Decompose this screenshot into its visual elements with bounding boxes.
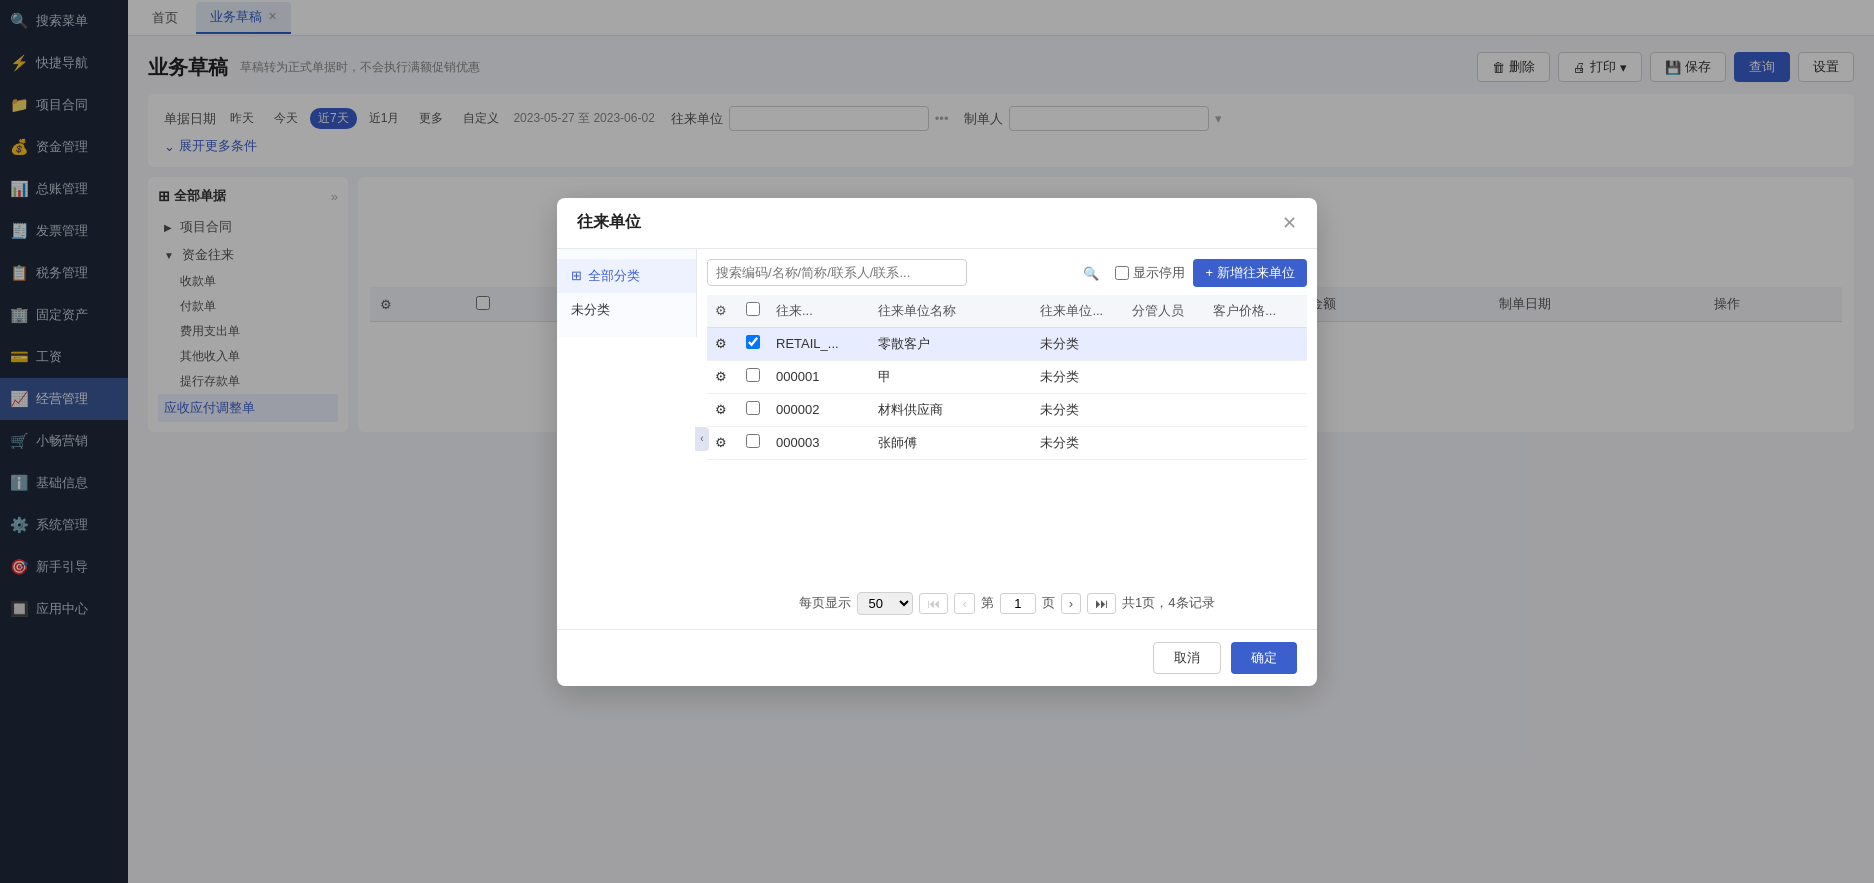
- page-label2: 页: [1042, 594, 1055, 612]
- table-row[interactable]: ⚙ RETAIL_... 零散客户 未分类: [707, 327, 1307, 360]
- modal-col-category: 往来单位...: [1032, 295, 1124, 328]
- row-code: 000001: [768, 360, 870, 393]
- add-partner-label: 新增往来单位: [1217, 264, 1295, 282]
- table-row[interactable]: ⚙ 000003 张師傅 未分类: [707, 426, 1307, 459]
- modal-overlay: 往来单位 ✕ ⊞ 全部分类 未分类 ‹: [0, 0, 1874, 883]
- row-check[interactable]: [738, 360, 769, 393]
- modal-col-code: 往来...: [768, 295, 870, 328]
- row-assign: [1124, 393, 1205, 426]
- next-page-btn[interactable]: ›: [1061, 593, 1081, 614]
- modal-sidebar-unclassified[interactable]: 未分类: [557, 293, 696, 327]
- row-check[interactable]: [738, 393, 769, 426]
- modal-title: 往来单位: [577, 212, 641, 233]
- modal-sidebar-all-label: 全部分类: [588, 267, 640, 285]
- table-row[interactable]: ⚙ 000002 材料供应商 未分类: [707, 393, 1307, 426]
- row-category: 未分类: [1032, 327, 1124, 360]
- last-page-btn[interactable]: ⏭: [1087, 593, 1116, 614]
- page-number-input[interactable]: [1000, 593, 1036, 614]
- page-size-select[interactable]: 10 20 50 100: [857, 592, 913, 615]
- row-code: RETAIL_...: [768, 327, 870, 360]
- grid-all-icon: ⊞: [571, 268, 582, 283]
- table-row[interactable]: ⚙ 000001 甲 未分类: [707, 360, 1307, 393]
- modal-body: ⊞ 全部分类 未分类 ‹ 🔍: [557, 249, 1317, 629]
- confirm-button[interactable]: 确定: [1231, 642, 1297, 674]
- add-icon: +: [1205, 265, 1213, 280]
- row-check[interactable]: [738, 327, 769, 360]
- modal-col-price: 客户价格...: [1205, 295, 1307, 328]
- modal-toolbar: 🔍 显示停用 + 新增往来单位: [707, 259, 1307, 287]
- page-label: 第: [981, 594, 994, 612]
- row-category: 未分类: [1032, 360, 1124, 393]
- show-disabled-wrap: 显示停用: [1115, 264, 1185, 282]
- modal-table-wrap: ⚙ 往来... 往来单位名称 往来单位... 分管人员 客户价格... ⚙: [707, 295, 1307, 582]
- search-icon[interactable]: 🔍: [1083, 265, 1099, 280]
- row-code: 000003: [768, 426, 870, 459]
- modal-table-body: ⚙ RETAIL_... 零散客户 未分类 ⚙ 000001 甲 未分类 ⚙ 0…: [707, 327, 1307, 459]
- row-price: [1205, 393, 1307, 426]
- first-page-btn[interactable]: ⏮: [919, 593, 948, 614]
- partner-search-input[interactable]: [707, 259, 967, 286]
- modal-sidebar: ⊞ 全部分类 未分类: [557, 249, 697, 337]
- modal-col-check: [738, 295, 769, 328]
- row-price: [1205, 426, 1307, 459]
- show-disabled-label: 显示停用: [1133, 264, 1185, 282]
- row-category: 未分类: [1032, 393, 1124, 426]
- modal-close-btn[interactable]: ✕: [1282, 212, 1297, 234]
- row-gear: ⚙: [707, 360, 738, 393]
- row-name: 张師傅: [870, 426, 1033, 459]
- row-gear: ⚙: [707, 393, 738, 426]
- cancel-button[interactable]: 取消: [1153, 642, 1221, 674]
- row-assign: [1124, 426, 1205, 459]
- modal-sidebar-unclassified-label: 未分类: [571, 301, 610, 319]
- collapse-sidebar-btn[interactable]: ‹: [695, 427, 709, 451]
- row-assign: [1124, 360, 1205, 393]
- modal-partner-table: ⚙ 往来... 往来单位名称 往来单位... 分管人员 客户价格... ⚙: [707, 295, 1307, 460]
- modal-col-name: 往来单位名称: [870, 295, 1033, 328]
- modal-table-header: ⚙ 往来... 往来单位名称 往来单位... 分管人员 客户价格...: [707, 295, 1307, 328]
- modal-col-assign: 分管人员: [1124, 295, 1205, 328]
- row-gear: ⚙: [707, 426, 738, 459]
- row-check[interactable]: [738, 426, 769, 459]
- row-price: [1205, 360, 1307, 393]
- row-assign: [1124, 327, 1205, 360]
- search-input-wrap: 🔍: [707, 259, 1107, 286]
- prev-page-btn[interactable]: ‹: [954, 593, 974, 614]
- row-name: 甲: [870, 360, 1033, 393]
- row-name: 零散客户: [870, 327, 1033, 360]
- modal-select-all[interactable]: [746, 302, 760, 316]
- add-partner-button[interactable]: + 新增往来单位: [1193, 259, 1307, 287]
- total-info: 共1页，4条记录: [1122, 594, 1214, 612]
- show-disabled-checkbox[interactable]: [1115, 266, 1129, 280]
- modal-col-gear: ⚙: [707, 295, 738, 328]
- modal-header: 往来单位 ✕: [557, 198, 1317, 249]
- row-code: 000002: [768, 393, 870, 426]
- row-name: 材料供应商: [870, 393, 1033, 426]
- modal-sidebar-wrap: ⊞ 全部分类 未分类 ‹: [557, 249, 697, 629]
- modal-sidebar-all[interactable]: ⊞ 全部分类: [557, 259, 696, 293]
- row-gear: ⚙: [707, 327, 738, 360]
- page-size-label: 每页显示: [799, 594, 851, 612]
- modal-footer: 取消 确定: [557, 629, 1317, 686]
- partner-modal: 往来单位 ✕ ⊞ 全部分类 未分类 ‹: [557, 198, 1317, 686]
- modal-pagination: 每页显示 10 20 50 100 ⏮ ‹ 第 页 › ⏭ 共1页，4条记录: [707, 582, 1307, 619]
- modal-main: 🔍 显示停用 + 新增往来单位: [697, 249, 1317, 629]
- row-price: [1205, 327, 1307, 360]
- row-category: 未分类: [1032, 426, 1124, 459]
